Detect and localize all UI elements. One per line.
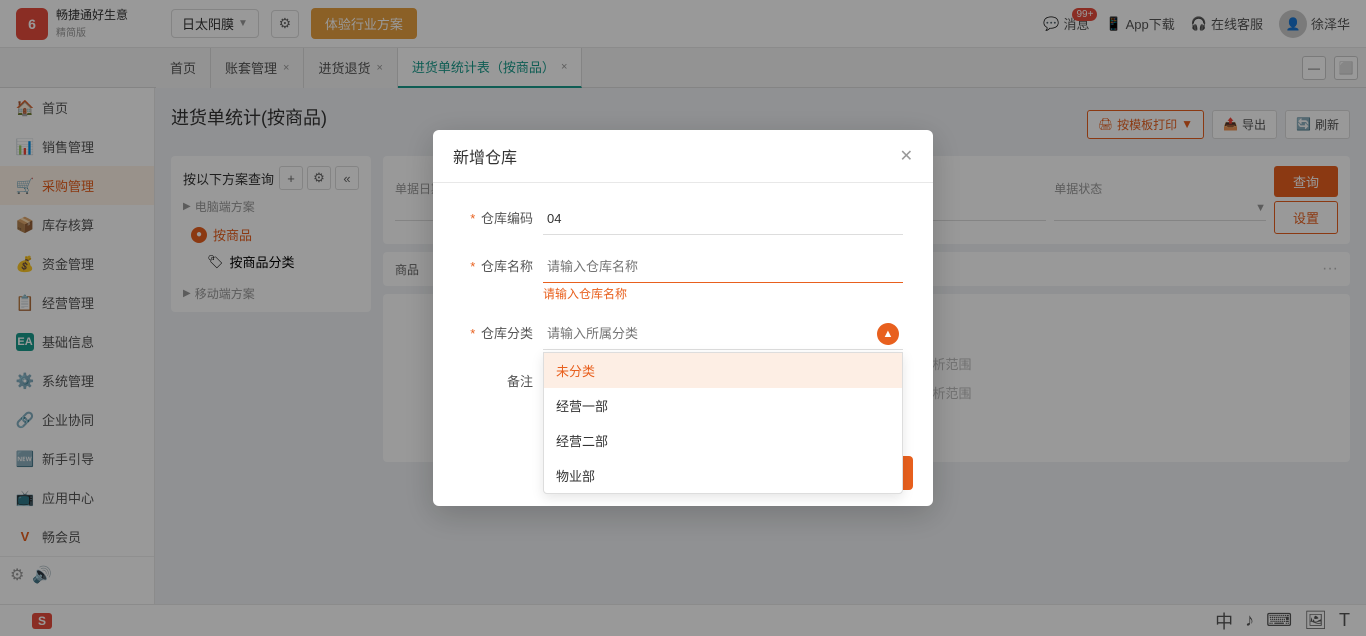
code-required-mark: * bbox=[470, 211, 475, 226]
name-input[interactable] bbox=[543, 251, 903, 283]
modal-overlay[interactable]: 新增仓库 ✕ * 仓库编码 * 仓库名称 bbox=[0, 0, 1366, 636]
code-input[interactable] bbox=[543, 203, 903, 235]
form-row-name: * 仓库名称 请输入仓库名称 bbox=[463, 251, 903, 302]
category-input[interactable] bbox=[543, 318, 903, 350]
name-label: * 仓库名称 bbox=[463, 251, 543, 283]
modal-header: 新增仓库 ✕ bbox=[433, 130, 933, 183]
category-label: * 仓库分类 bbox=[463, 318, 543, 350]
category-dropdown-list: 未分类 经营一部 经营二部 物业部 bbox=[543, 352, 903, 494]
category-select-wrapper: ▲ bbox=[543, 318, 903, 350]
name-error-msg: 请输入仓库名称 bbox=[543, 285, 903, 302]
dropdown-option-dept1[interactable]: 经营一部 bbox=[544, 388, 902, 423]
form-row-code: * 仓库编码 bbox=[463, 203, 903, 235]
name-control: 请输入仓库名称 bbox=[543, 251, 903, 302]
code-control bbox=[543, 203, 903, 235]
name-required-mark: * bbox=[470, 259, 475, 274]
modal-title: 新增仓库 bbox=[453, 144, 517, 168]
dropdown-option-property[interactable]: 物业部 bbox=[544, 458, 902, 493]
modal-body: * 仓库编码 * 仓库名称 请输入仓库名称 bbox=[433, 183, 933, 444]
category-dropdown-toggle[interactable]: ▲ bbox=[877, 323, 899, 345]
dropdown-option-dept2[interactable]: 经营二部 bbox=[544, 423, 902, 458]
code-label: * 仓库编码 bbox=[463, 203, 543, 235]
form-row-category: * 仓库分类 ▲ 未分类 经营一部 经营二部 物业部 bbox=[463, 318, 903, 350]
modal-close-btn[interactable]: ✕ bbox=[900, 146, 913, 166]
notes-label: 备注 bbox=[463, 366, 543, 398]
modal-add-warehouse: 新增仓库 ✕ * 仓库编码 * 仓库名称 bbox=[433, 130, 933, 506]
category-required-mark: * bbox=[470, 326, 475, 341]
dropdown-option-uncategorized[interactable]: 未分类 bbox=[544, 353, 902, 388]
category-control: ▲ 未分类 经营一部 经营二部 物业部 bbox=[543, 318, 903, 350]
